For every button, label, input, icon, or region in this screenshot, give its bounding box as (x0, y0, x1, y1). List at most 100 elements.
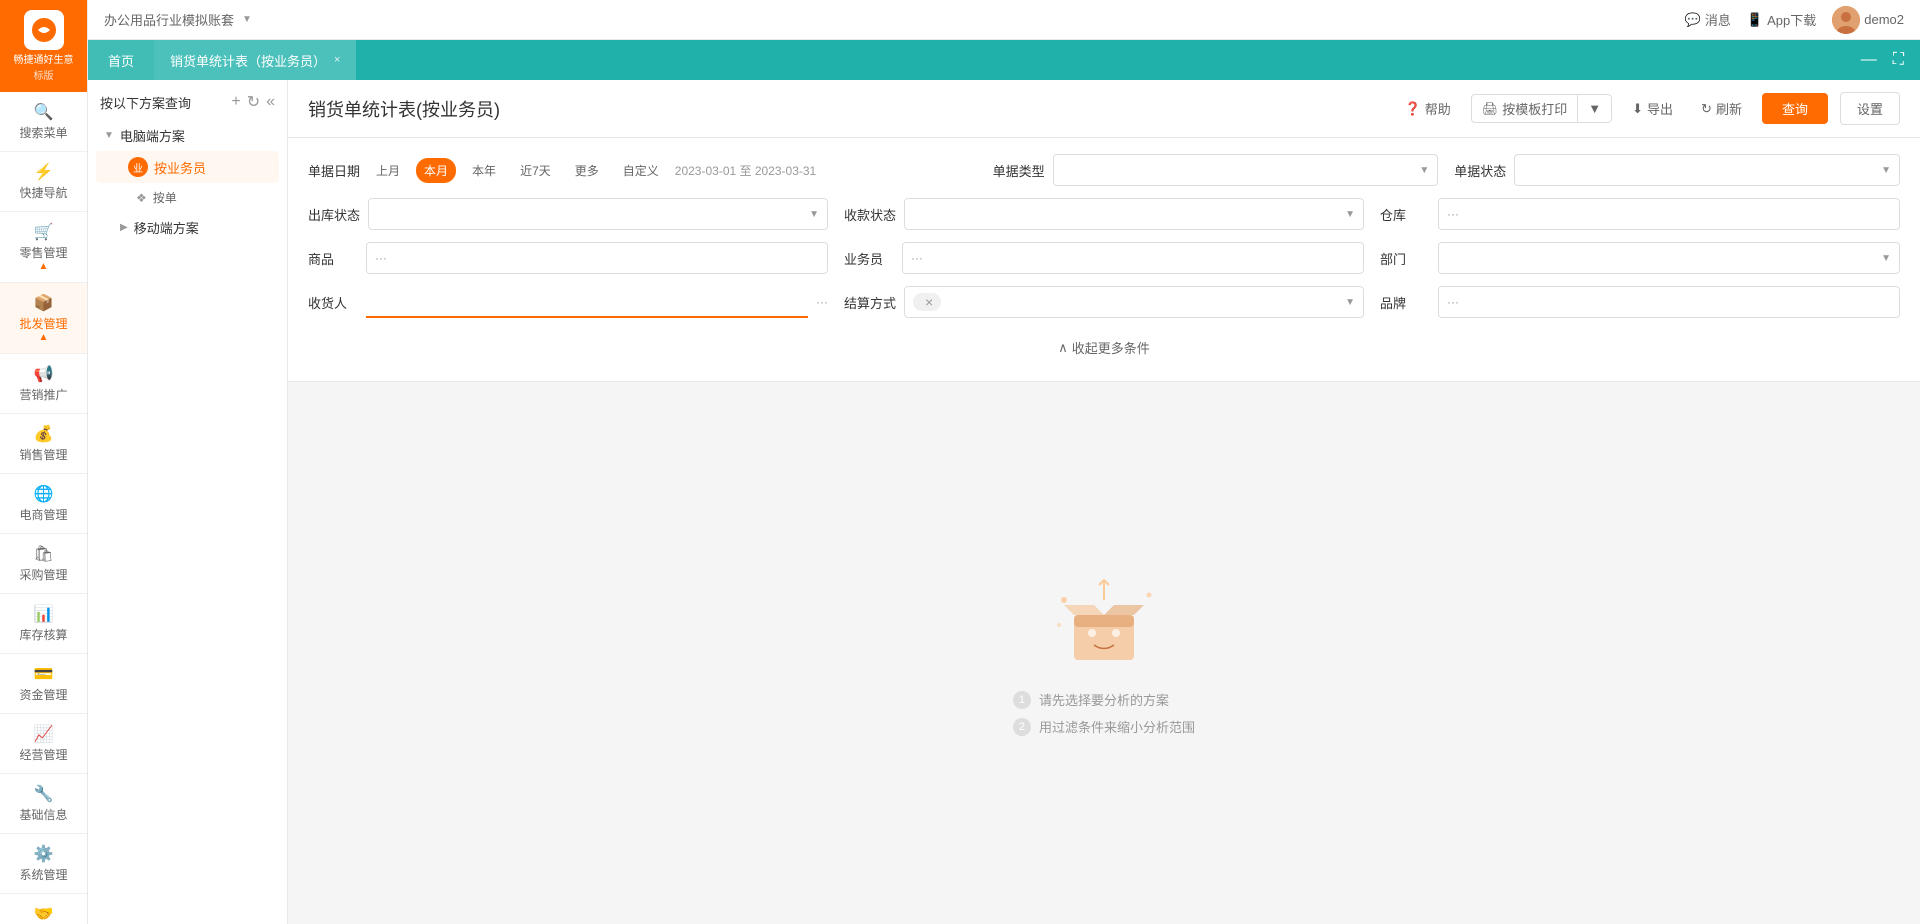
salesman-dots[interactable]: ··· (911, 251, 923, 265)
payment-arrow: ▼ (1345, 297, 1355, 308)
date-btn-7days[interactable]: 近7天 (512, 158, 559, 183)
tree-mobile-group[interactable]: ▶ 移动端方案 (96, 212, 279, 243)
help-btn[interactable]: ❓ 帮助 (1397, 95, 1459, 122)
refresh-btn[interactable]: ↻ 刷新 (1693, 95, 1750, 122)
system-icon: ⚙️ (34, 844, 54, 864)
user-profile[interactable]: demo2 (1832, 6, 1904, 34)
sidebar-item-marketing[interactable]: 📢 营销推广 (0, 354, 87, 414)
add-scheme-btn[interactable]: + (231, 93, 240, 111)
sidebar-item-operations[interactable]: 📈 经营管理 (0, 714, 87, 774)
salesman-select[interactable]: ··· (902, 242, 1364, 274)
tab-home[interactable]: 首页 (88, 40, 154, 80)
tree-sub-order[interactable]: ❖ 按单 (96, 183, 279, 212)
warehouse-select[interactable]: ··· (1438, 198, 1900, 230)
sidebar-item-marketing-label: 营销推广 (19, 386, 67, 403)
collapse-panel-btn[interactable]: « (266, 93, 275, 111)
date-btn-custom[interactable]: 自定义 (615, 158, 667, 183)
app-download-label: App下载 (1767, 10, 1816, 29)
finance-icon: 💳 (34, 664, 54, 684)
brand-dots[interactable]: ··· (1447, 295, 1459, 309)
tab-home-label: 首页 (108, 51, 134, 70)
brand-select[interactable]: ··· (1438, 286, 1900, 318)
date-btn-more[interactable]: 更多 (567, 158, 607, 183)
print-dropdown-btn[interactable]: ▼ (1578, 97, 1611, 120)
refresh-scheme-btn[interactable]: ↻ (247, 92, 260, 112)
tab-bar: 首页 销货单统计表（按业务员） × — ⛶ (88, 40, 1920, 80)
page-title-actions: ❓ 帮助 🖨 按模板打印 ▼ ⬇ 导出 (1397, 92, 1900, 125)
type-arrow: ▼ (1419, 165, 1429, 176)
tab-active[interactable]: 销货单统计表（按业务员） × (154, 40, 356, 80)
payment-tag: × (913, 293, 941, 311)
tab-maximize-btn[interactable]: ⛶ (1889, 47, 1908, 73)
settings-btn[interactable]: 设置 (1840, 92, 1900, 125)
tree-child-salesman[interactable]: 业 按业务员 (96, 151, 279, 183)
collapse-btn[interactable]: ∧ 收起更多条件 (308, 330, 1900, 365)
type-select[interactable]: ▼ (1053, 154, 1439, 186)
date-btn-lastmonth[interactable]: 上月 (368, 158, 408, 183)
brand-label: 品牌 (1380, 293, 1430, 312)
ship-arrow: ▼ (809, 209, 819, 220)
breadcrumb-text: 办公用品行业模拟账套 (104, 10, 234, 29)
filter-status: 单据状态 ▼ (1454, 154, 1900, 186)
sidebar-item-retail[interactable]: 🛒 零售管理 ▲ (0, 212, 87, 283)
payment-select[interactable]: × ▼ (904, 286, 1364, 318)
warehouse-dots[interactable]: ··· (1447, 207, 1459, 221)
avatar (1832, 6, 1860, 34)
sidebar-item-quicknav[interactable]: ⚡ 快捷导航 (0, 152, 87, 212)
tree-pc-group[interactable]: ▼ 电脑端方案 (96, 120, 279, 151)
purchase-icon: 🛍 (33, 544, 53, 564)
sidebar-item-basic[interactable]: 🔧 基础信息 (0, 774, 87, 834)
filter-row-1: 单据日期 上月 本月 本年 近7天 更多 自定义 2023-03-01 至 20… (308, 154, 1900, 186)
message-label: 消息 (1705, 10, 1731, 29)
filter-type: 单据类型 ▼ (993, 154, 1439, 186)
status-select[interactable]: ▼ (1514, 154, 1900, 186)
ship-select[interactable]: ▼ (368, 198, 828, 230)
app-download-btn[interactable]: 📱 App下载 (1747, 10, 1816, 29)
filter-salesman: 业务员 ··· (844, 242, 1364, 274)
sidebar-item-sales[interactable]: 💰 销售管理 (0, 414, 87, 474)
sidebar-item-ecommerce-label: 电商管理 (19, 506, 67, 523)
sidebar-item-sales-label: 销售管理 (19, 446, 67, 463)
hint-item-1: 1 请先选择要分析的方案 (1013, 690, 1195, 709)
filter-date: 单据日期 上月 本月 本年 近7天 更多 自定义 2023-03-01 至 20… (308, 158, 977, 183)
payment-tag-remove[interactable]: × (925, 295, 933, 309)
receiver-dots[interactable]: ··· (816, 295, 828, 309)
receiver-input[interactable] (366, 286, 808, 318)
query-btn[interactable]: 查询 (1762, 93, 1828, 124)
sidebar-item-purchase[interactable]: 🛍 采购管理 (0, 534, 87, 594)
hint-item-2: 2 用过滤条件来缩小分析范围 (1013, 717, 1195, 736)
sales-icon: 💰 (34, 424, 54, 444)
export-btn[interactable]: ⬇ 导出 (1624, 95, 1681, 122)
tab-minimize-btn[interactable]: — (1857, 47, 1881, 73)
refresh-label: 刷新 (1716, 99, 1742, 118)
sidebar-item-wholesale[interactable]: 📦 批发管理 ▲ (0, 283, 87, 354)
sidebar-item-ecommerce[interactable]: 🌐 电商管理 (0, 474, 87, 534)
breadcrumb-arrow[interactable]: ▼ (242, 14, 252, 25)
collect-select[interactable]: ▼ (904, 198, 1364, 230)
tab-close-icon[interactable]: × (334, 55, 340, 66)
date-btn-thisyear[interactable]: 本年 (464, 158, 504, 183)
ship-label: 出库状态 (308, 205, 360, 224)
help-label: 帮助 (1425, 99, 1451, 118)
page-title: 销货单统计表(按业务员) (308, 96, 500, 122)
page-content: 按以下方案查询 + ↻ « ▼ 电脑端方案 业 按业务员 ❖ 按单 (88, 80, 1920, 924)
sidebar-item-finance[interactable]: 💳 资金管理 (0, 654, 87, 714)
print-btn[interactable]: 🖨 按模板打印 (1472, 95, 1579, 122)
empty-state: 1 请先选择要分析的方案 2 用过滤条件来缩小分析范围 (288, 382, 1920, 924)
tree-pc-arrow: ▼ (104, 130, 114, 141)
message-btn[interactable]: 💬 消息 (1685, 10, 1731, 29)
dept-select[interactable]: ▼ (1438, 242, 1900, 274)
sidebar-item-search[interactable]: 🔍 搜索菜单 (0, 92, 87, 152)
sidebar-item-enterprise[interactable]: 🤝 企业协同 (0, 894, 87, 924)
filter-brand: 品牌 ··· (1380, 286, 1900, 318)
salesman-scheme-icon: 业 (128, 157, 148, 177)
tree-sub-order-label: 按单 (153, 189, 177, 206)
date-btn-thismonth[interactable]: 本月 (416, 158, 456, 183)
collect-label: 收款状态 (844, 205, 896, 224)
sidebar-item-system[interactable]: ⚙️ 系统管理 (0, 834, 87, 894)
sidebar-item-inventory[interactable]: 📊 库存核算 (0, 594, 87, 654)
goods-select[interactable]: ··· (366, 242, 828, 274)
status-label: 单据状态 (1454, 161, 1506, 180)
collapse-label: 收起更多条件 (1072, 338, 1150, 357)
goods-dots[interactable]: ··· (375, 251, 387, 265)
